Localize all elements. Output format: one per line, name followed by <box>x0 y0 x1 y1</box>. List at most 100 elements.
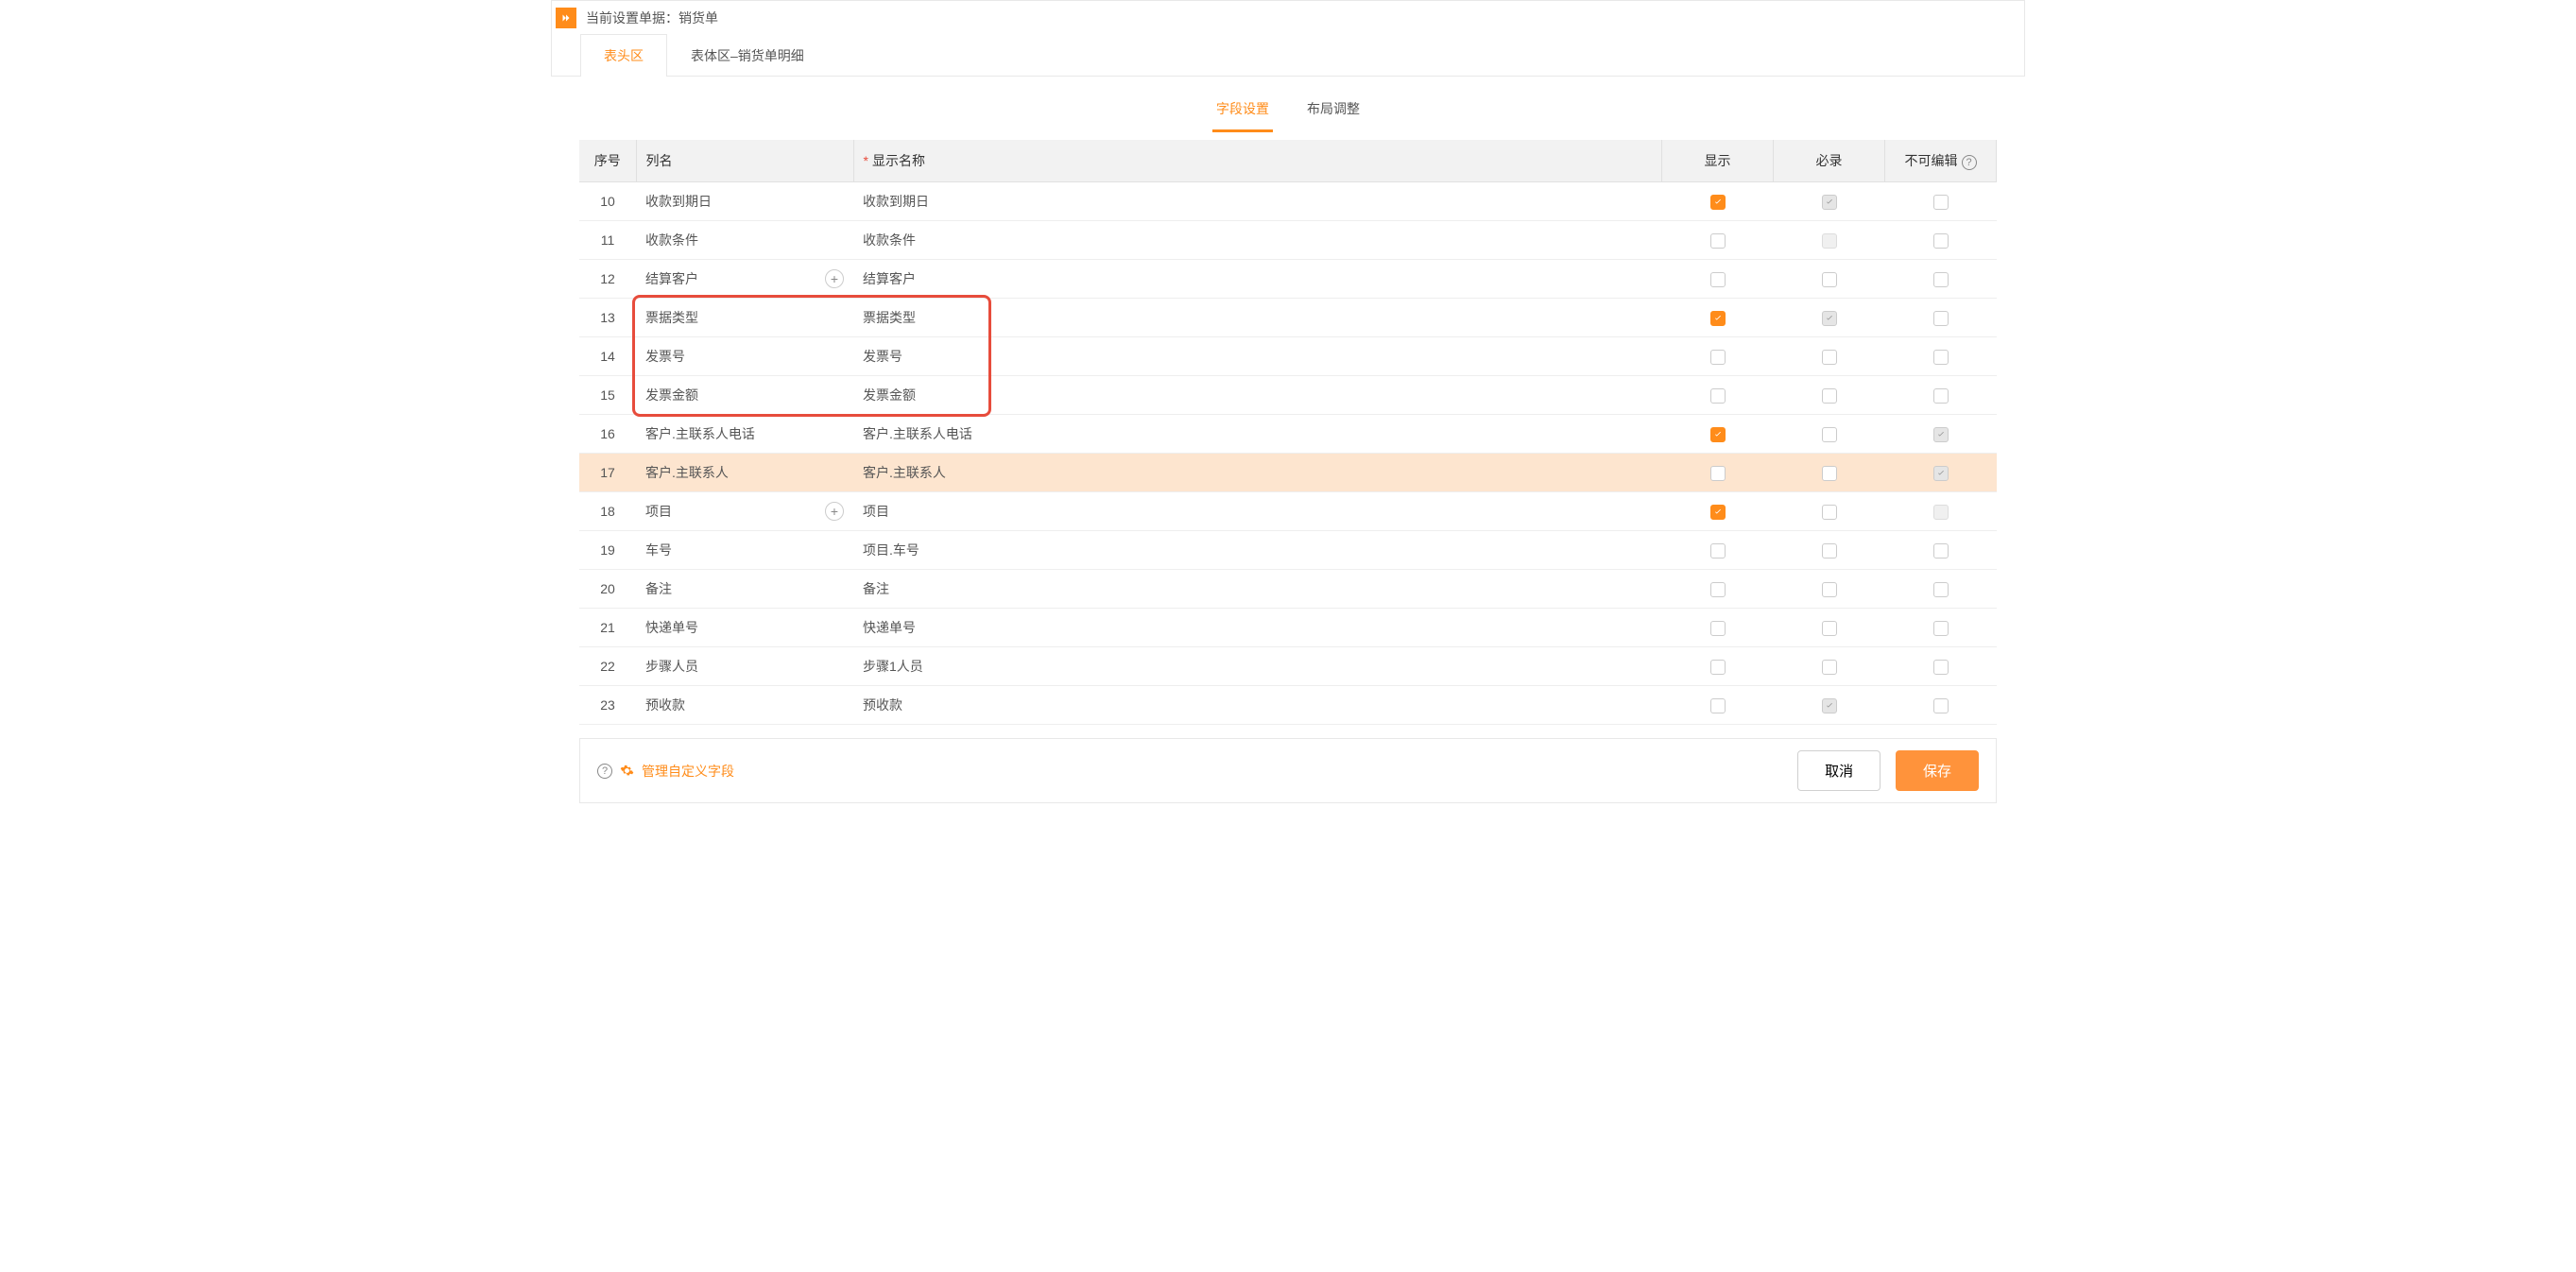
checkbox[interactable] <box>1822 350 1837 365</box>
save-button[interactable]: 保存 <box>1896 750 1979 791</box>
checkbox[interactable] <box>1822 621 1837 636</box>
cell-name: 快递单号 <box>636 609 853 647</box>
checkbox[interactable] <box>1710 427 1726 442</box>
checkbox[interactable] <box>1710 350 1726 365</box>
checkbox[interactable] <box>1822 388 1837 404</box>
checkbox[interactable] <box>1710 311 1726 326</box>
checkbox[interactable] <box>1933 272 1949 287</box>
checkbox[interactable] <box>1933 582 1949 597</box>
checkbox[interactable] <box>1710 660 1726 675</box>
collapse-toggle[interactable] <box>556 8 576 28</box>
cell-display-name[interactable]: 发票号 <box>853 337 1662 376</box>
table-row: 22步骤人员步骤1人员 <box>579 647 1997 686</box>
cell-display-name[interactable]: 收款条件 <box>853 221 1662 260</box>
checkbox[interactable] <box>1933 311 1949 326</box>
checkbox[interactable] <box>1822 427 1837 442</box>
checkbox[interactable] <box>1822 582 1837 597</box>
add-icon[interactable]: + <box>825 269 844 288</box>
checkbox[interactable] <box>1822 543 1837 559</box>
cell-name: 收款条件 <box>636 221 853 260</box>
cell-display-name[interactable]: 客户.主联系人电话 <box>853 415 1662 454</box>
cell-display-name[interactable]: 收款到期日 <box>853 182 1662 221</box>
table-row: 19车号项目.车号 <box>579 531 1997 570</box>
checkbox[interactable] <box>1710 582 1726 597</box>
table-row: 11收款条件收款条件 <box>579 221 1997 260</box>
checkbox[interactable] <box>1710 388 1726 404</box>
checkbox[interactable] <box>1710 505 1726 520</box>
cell-readonly <box>1885 415 1997 454</box>
checkbox[interactable] <box>1822 272 1837 287</box>
cell-name: 客户.主联系人电话 <box>636 415 853 454</box>
cell-show <box>1662 609 1774 647</box>
checkbox[interactable] <box>1710 621 1726 636</box>
checkbox <box>1822 195 1837 210</box>
cell-display-name[interactable]: 发票金额 <box>853 376 1662 415</box>
checkbox[interactable] <box>1822 466 1837 481</box>
chevron-right-double-icon <box>560 12 572 24</box>
cell-required <box>1774 260 1885 299</box>
cell-seq: 22 <box>579 647 636 686</box>
cell-seq: 16 <box>579 415 636 454</box>
tab-1[interactable]: 表体区–销货单明细 <box>667 34 828 77</box>
checkbox[interactable] <box>1933 350 1949 365</box>
help-icon[interactable]: ? <box>1962 155 1977 170</box>
cell-display-name[interactable]: 备注 <box>853 570 1662 609</box>
checkbox[interactable] <box>1822 505 1837 520</box>
table-row: 15发票金额发票金额 <box>579 376 1997 415</box>
checkbox[interactable] <box>1933 195 1949 210</box>
tab-0[interactable]: 表头区 <box>580 34 667 77</box>
cell-display-name[interactable]: 快递单号 <box>853 609 1662 647</box>
cell-name: 备注 <box>636 570 853 609</box>
cell-required <box>1774 492 1885 531</box>
table-row: 18项目+项目 <box>579 492 1997 531</box>
cell-required <box>1774 570 1885 609</box>
checkbox[interactable] <box>1933 543 1949 559</box>
checkbox[interactable] <box>1933 388 1949 404</box>
checkbox[interactable] <box>1710 543 1726 559</box>
checkbox[interactable] <box>1933 233 1949 249</box>
sub-tab-1[interactable]: 布局调整 <box>1303 92 1364 132</box>
checkbox[interactable] <box>1933 698 1949 713</box>
cell-seq: 15 <box>579 376 636 415</box>
cell-name: 预收款 <box>636 686 853 725</box>
checkbox[interactable] <box>1822 660 1837 675</box>
cell-display-name[interactable]: 项目.车号 <box>853 531 1662 570</box>
cell-required <box>1774 609 1885 647</box>
cell-required <box>1774 454 1885 492</box>
cell-seq: 17 <box>579 454 636 492</box>
checkbox[interactable] <box>1710 272 1726 287</box>
manage-custom-fields-link[interactable]: 管理自定义字段 <box>642 762 734 781</box>
cell-show <box>1662 182 1774 221</box>
cell-display-name[interactable]: 票据类型 <box>853 299 1662 337</box>
sub-tab-0[interactable]: 字段设置 <box>1212 92 1273 132</box>
table-row: 21快递单号快递单号 <box>579 609 1997 647</box>
cell-required <box>1774 337 1885 376</box>
cell-seq: 19 <box>579 531 636 570</box>
col-readonly: 不可编辑? <box>1885 140 1997 182</box>
cancel-button[interactable]: 取消 <box>1797 750 1880 791</box>
cell-show <box>1662 415 1774 454</box>
cell-readonly <box>1885 260 1997 299</box>
col-seq: 序号 <box>579 140 636 182</box>
cell-show <box>1662 260 1774 299</box>
cell-seq: 14 <box>579 337 636 376</box>
cell-display-name[interactable]: 预收款 <box>853 686 1662 725</box>
checkbox[interactable] <box>1933 621 1949 636</box>
help-icon[interactable]: ? <box>597 764 612 779</box>
cell-name: 车号 <box>636 531 853 570</box>
cell-required <box>1774 686 1885 725</box>
checkbox[interactable] <box>1933 660 1949 675</box>
add-icon[interactable]: + <box>825 502 844 521</box>
cell-readonly <box>1885 454 1997 492</box>
checkbox[interactable] <box>1710 466 1726 481</box>
cell-name: 收款到期日 <box>636 182 853 221</box>
checkbox[interactable] <box>1710 233 1726 249</box>
checkbox[interactable] <box>1710 698 1726 713</box>
cell-display-name[interactable]: 客户.主联系人 <box>853 454 1662 492</box>
footer-bar: ? 管理自定义字段 取消 保存 <box>579 738 1997 803</box>
cell-name: 步骤人员 <box>636 647 853 686</box>
checkbox[interactable] <box>1710 195 1726 210</box>
cell-display-name[interactable]: 步骤1人员 <box>853 647 1662 686</box>
cell-display-name[interactable]: 项目 <box>853 492 1662 531</box>
cell-display-name[interactable]: 结算客户 <box>853 260 1662 299</box>
